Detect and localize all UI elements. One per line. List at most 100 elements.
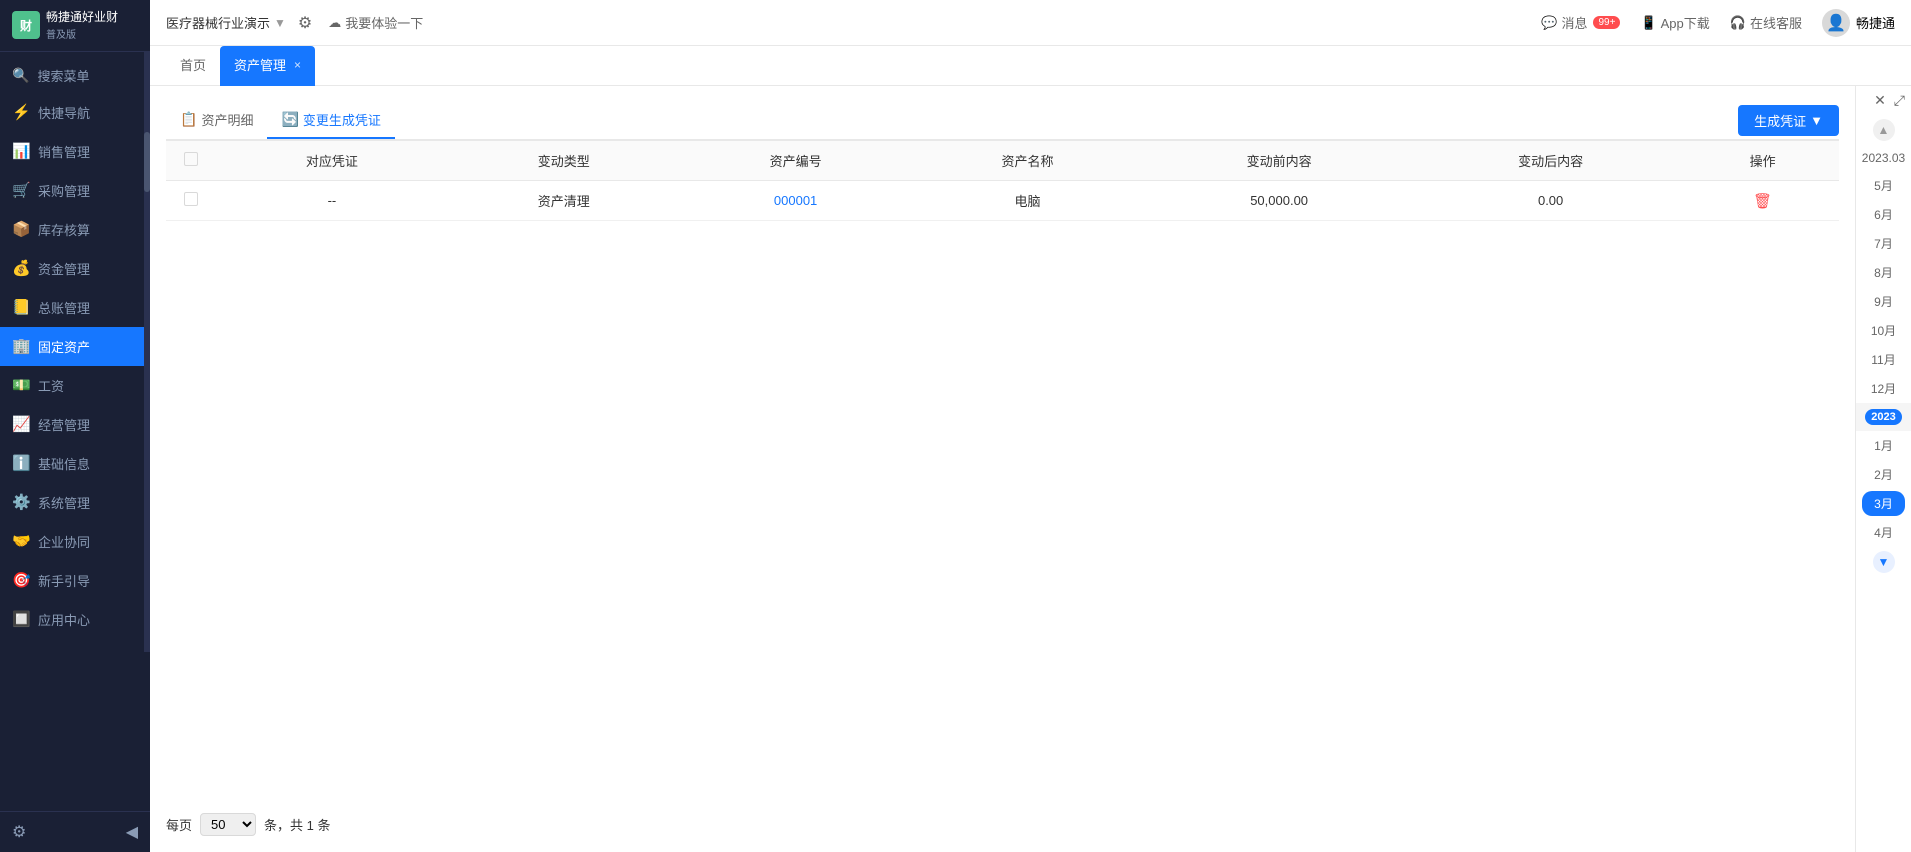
sidebar-item-enterprise[interactable]: 🤝 企业协同	[0, 522, 150, 561]
customer-service-label: 在线客服	[1750, 13, 1802, 32]
sidebar-item-label: 总账管理	[38, 298, 90, 317]
logo-subtitle: 普及版	[46, 26, 118, 41]
sales-icon: 📊	[12, 142, 30, 160]
page-size-prefix-label: 每页	[166, 815, 192, 834]
date-month-2[interactable]: 2月	[1856, 460, 1911, 489]
sub-tab-asset-detail[interactable]: 📋 资产明细	[166, 102, 267, 139]
feedback-button[interactable]: ☁ 我要体验一下	[328, 13, 423, 32]
row-asset-code[interactable]: 000001	[680, 181, 912, 221]
tab-home[interactable]: 首页	[166, 46, 220, 86]
page-size-select[interactable]: 50 10 20 100	[200, 813, 256, 836]
sub-tab-change-voucher-label: 变更生成凭证	[303, 110, 381, 129]
sidebar-item-funds[interactable]: 💰 资金管理	[0, 249, 150, 288]
sidebar-item-label: 快捷导航	[38, 103, 90, 122]
app-center-icon: 🔲	[12, 610, 30, 628]
date-list: ▲ 2023.03 5月 6月 7月 8月 9月 10月 11月 12月 202…	[1856, 115, 1911, 852]
sidebar-nav: ⚡ 快捷导航 📊 销售管理 🛒 采购管理 📦 库存核算 💰 资金管理 📒 总账管…	[0, 93, 150, 811]
collapse-sidebar-button[interactable]: ◀	[126, 822, 138, 842]
date-month-6[interactable]: 6月	[1856, 200, 1911, 229]
guide-icon: 🎯	[12, 571, 30, 589]
company-name: 医疗器械行业演示	[166, 13, 270, 32]
sidebar-item-sales[interactable]: 📊 销售管理	[0, 132, 150, 171]
date-month-4[interactable]: 4月	[1856, 518, 1911, 547]
search-icon: 🔍	[12, 67, 29, 84]
sidebar-item-label: 库存核算	[38, 220, 90, 239]
sidebar-item-label: 工资	[38, 376, 64, 395]
sidebar-item-system[interactable]: ⚙️ 系统管理	[0, 483, 150, 522]
sidebar-item-label: 销售管理	[38, 142, 90, 161]
sidebar-item-label: 经营管理	[38, 415, 90, 434]
date-scroll-up[interactable]: ▲	[1856, 115, 1911, 145]
user-avatar: 👤	[1822, 9, 1850, 37]
sidebar-item-quick-nav[interactable]: ⚡ 快捷导航	[0, 93, 150, 132]
panel-expand-button[interactable]: ⤢	[1892, 90, 1907, 111]
header: 医疗器械行业演示 ▼ ⚙ ☁ 我要体验一下 💬 消息 99+ 📱 App下载 🎧…	[150, 0, 1911, 46]
table-header: 对应凭证 变动类型 资产编号 资产名称 变动前内容 变动后内容 操作	[166, 141, 1839, 181]
quick-nav-icon: ⚡	[12, 103, 30, 121]
right-date-panel: ✕ ⤢ ▲ 2023.03 5月 6月 7月 8月 9月 10月 11月 12月	[1855, 86, 1911, 852]
sidebar-item-ledger[interactable]: 📒 总账管理	[0, 288, 150, 327]
asset-detail-icon: 📋	[180, 111, 197, 128]
date-month-10[interactable]: 10月	[1856, 316, 1911, 345]
company-settings-button[interactable]: ⚙	[298, 13, 312, 33]
basic-info-icon: ℹ️	[12, 454, 30, 472]
row-action: 🗑	[1686, 181, 1839, 221]
tab-close-icon[interactable]: ×	[294, 58, 301, 72]
date-month-9[interactable]: 9月	[1856, 287, 1911, 316]
customer-service-button[interactable]: 🎧 在线客服	[1730, 13, 1802, 32]
logo-title: 畅捷通好业财	[46, 10, 118, 26]
col-voucher: 对应凭证	[216, 141, 448, 181]
company-selector[interactable]: 医疗器械行业演示 ▼	[166, 13, 286, 32]
sidebar-item-label: 固定资产	[38, 337, 90, 356]
message-button[interactable]: 💬 消息 99+	[1541, 13, 1620, 32]
page-content: 📋 资产明细 🔄 变更生成凭证 生成凭证 ▼	[150, 86, 1855, 852]
settings-bottom-icon[interactable]: ⚙	[12, 822, 26, 842]
date-month-11[interactable]: 11月	[1856, 345, 1911, 374]
sidebar-item-app-center[interactable]: 🔲 应用中心	[0, 600, 150, 639]
sub-tab-asset-detail-label: 资产明细	[201, 110, 253, 129]
content-area: 📋 资产明细 🔄 变更生成凭证 生成凭证 ▼	[150, 86, 1911, 852]
feedback-label: 我要体验一下	[345, 13, 423, 32]
date-month-12[interactable]: 12月	[1856, 374, 1911, 403]
row-checkbox[interactable]	[184, 192, 198, 206]
tab-asset-management[interactable]: 资产管理 ×	[220, 46, 315, 86]
cloud-icon: ☁	[328, 15, 341, 31]
date-month-3[interactable]: 3月	[1862, 491, 1905, 516]
sidebar-item-payroll[interactable]: 💵 工资	[0, 366, 150, 405]
sidebar-bottom: ⚙ ◀	[0, 811, 150, 852]
user-name: 畅捷通	[1856, 13, 1895, 32]
logo-text-group: 畅捷通好业财 普及版	[46, 10, 118, 41]
user-profile[interactable]: 👤 畅捷通	[1822, 9, 1895, 37]
sidebar-item-purchase[interactable]: 🛒 采购管理	[0, 171, 150, 210]
date-scroll-down[interactable]: ▼	[1856, 547, 1911, 577]
scroll-down-button[interactable]: ▼	[1873, 551, 1895, 573]
date-month-7[interactable]: 7月	[1856, 229, 1911, 258]
scroll-up-button[interactable]: ▲	[1873, 119, 1895, 141]
data-table: 对应凭证 变动类型 资产编号 资产名称 变动前内容 变动后内容 操作	[166, 140, 1839, 221]
app-download-button[interactable]: 📱 App下载	[1640, 13, 1709, 32]
row-before-change: 50,000.00	[1143, 181, 1415, 221]
sidebar-item-guide[interactable]: 🎯 新手引导	[0, 561, 150, 600]
col-change-type: 变动类型	[448, 141, 680, 181]
date-month-1[interactable]: 1月	[1856, 431, 1911, 460]
search-menu-button[interactable]: 🔍 搜索菜单	[0, 58, 150, 93]
generate-voucher-button[interactable]: 生成凭证 ▼	[1738, 105, 1839, 136]
select-all-checkbox[interactable]	[184, 152, 198, 166]
sidebar-item-operations[interactable]: 📈 经营管理	[0, 405, 150, 444]
date-month-8[interactable]: 8月	[1856, 258, 1911, 287]
table-row: -- 资产清理 000001 电脑 50,000.00 0.00 🗑	[166, 181, 1839, 221]
date-month-5[interactable]: 5月	[1856, 171, 1911, 200]
sidebar-item-basic-info[interactable]: ℹ️ 基础信息	[0, 444, 150, 483]
change-voucher-icon: 🔄	[281, 111, 298, 128]
phone-icon: 📱	[1640, 15, 1656, 31]
sidebar-item-fixed-assets[interactable]: 🏢 固定资产	[0, 327, 150, 366]
app-download-label: App下载	[1661, 13, 1710, 32]
delete-row-button[interactable]: 🗑	[1753, 193, 1772, 210]
date-year-header: 2023.03	[1856, 145, 1911, 171]
date-year-2023: 2023	[1856, 403, 1911, 431]
col-after-change: 变动后内容	[1415, 141, 1687, 181]
sub-tab-change-voucher[interactable]: 🔄 变更生成凭证	[267, 102, 394, 139]
panel-close-button[interactable]: ✕	[1872, 90, 1888, 111]
row-change-type: 资产清理	[448, 181, 680, 221]
sidebar-item-inventory[interactable]: 📦 库存核算	[0, 210, 150, 249]
